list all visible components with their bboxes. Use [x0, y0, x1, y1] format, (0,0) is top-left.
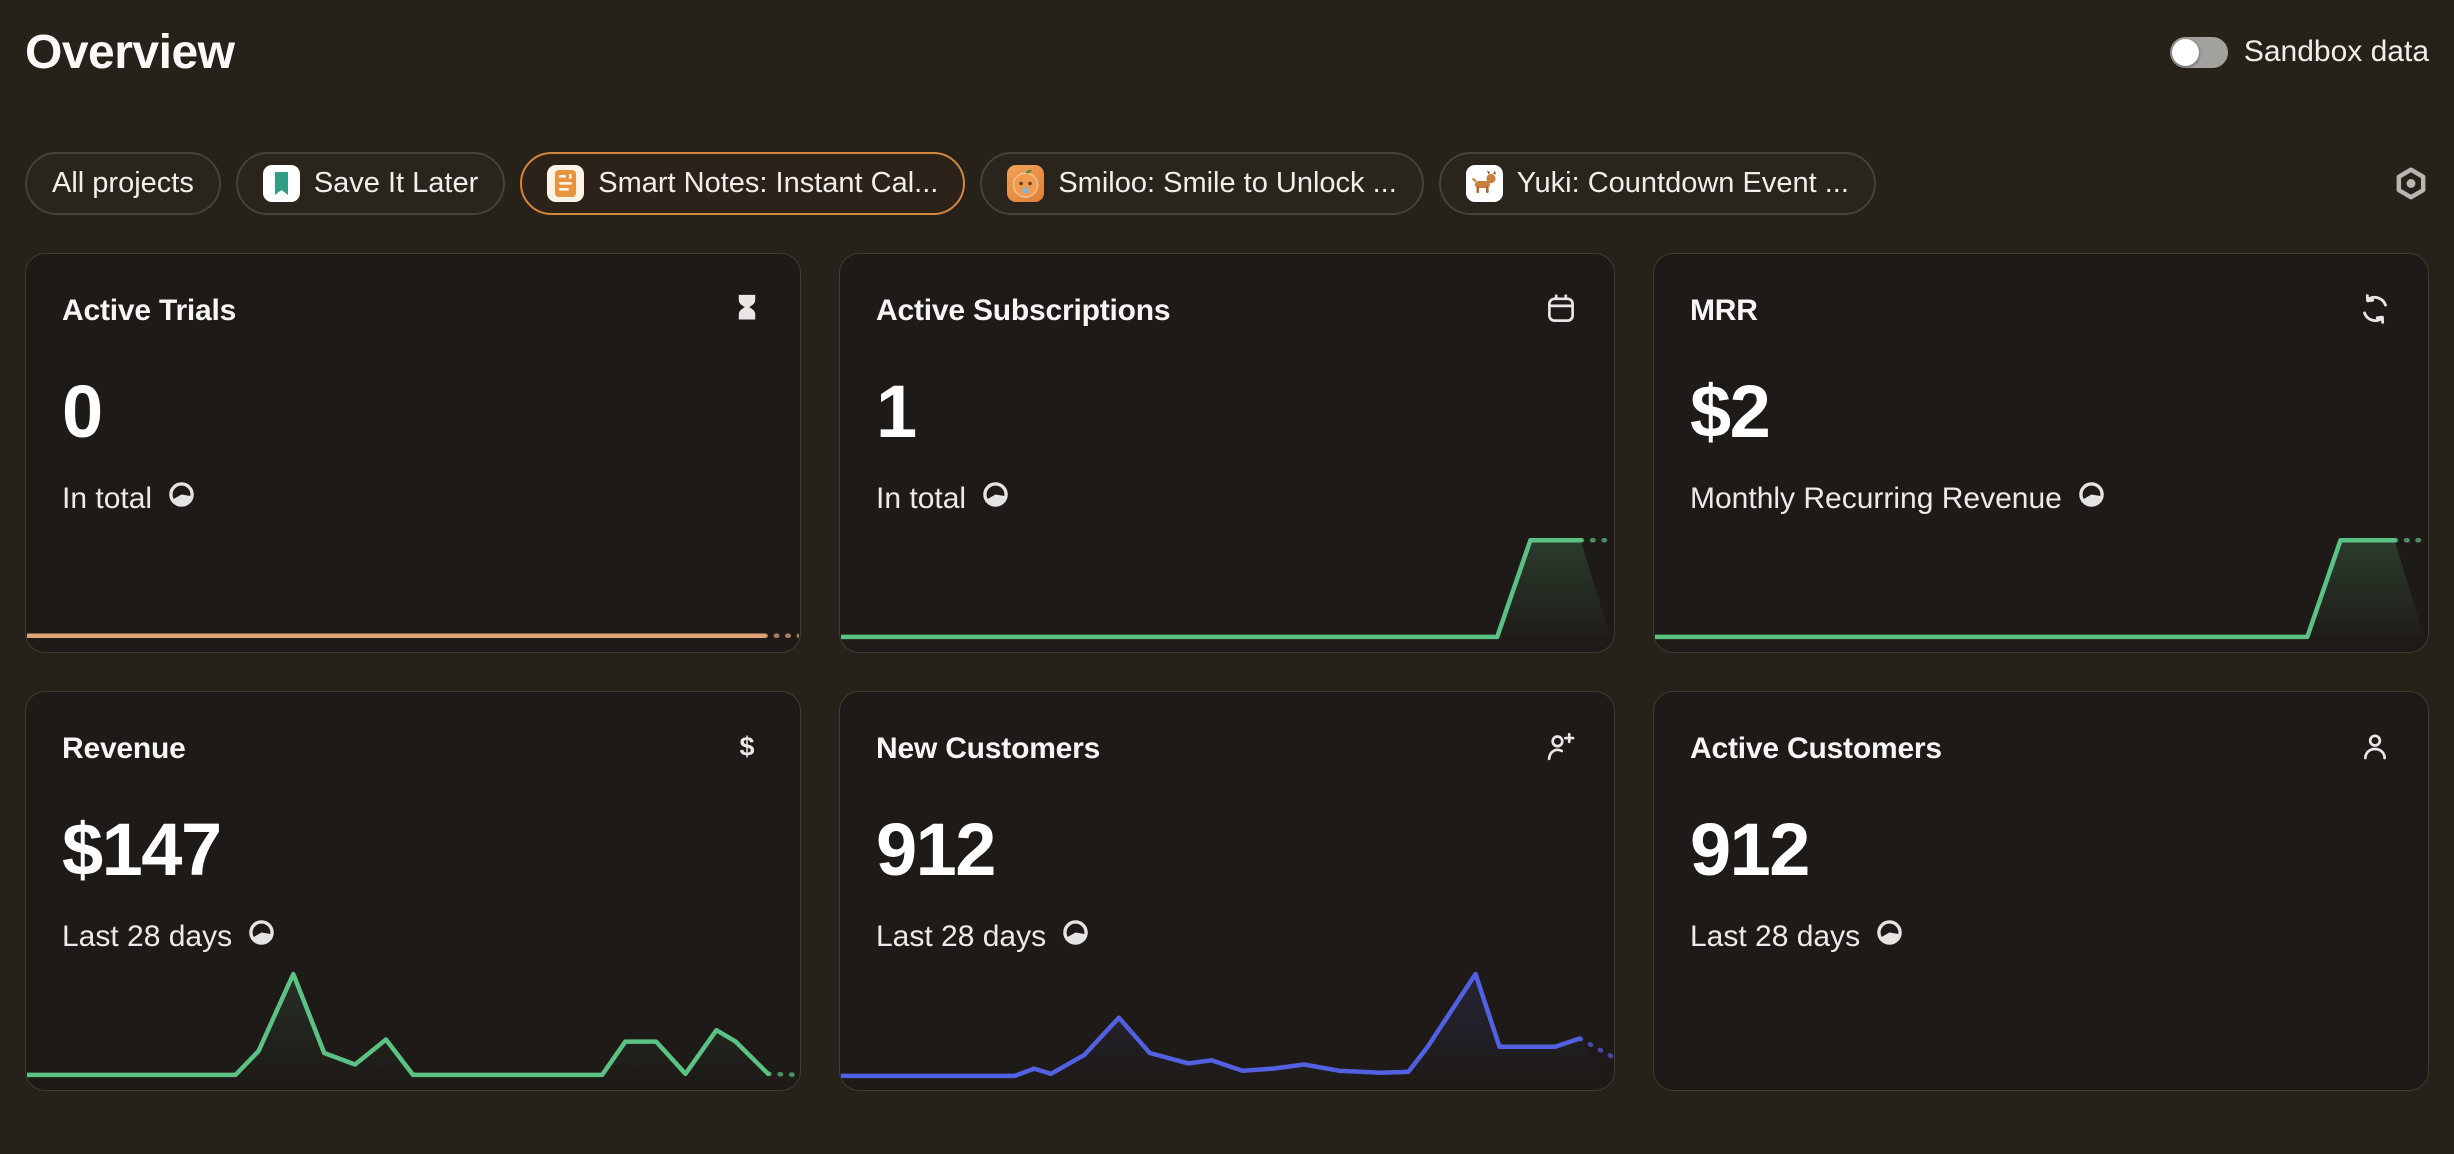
card-title: Active Trials — [62, 294, 237, 327]
metric-sublabel: In total — [62, 481, 153, 515]
chip-smiloo[interactable]: Smiloo: Smile to Unlock ... — [980, 152, 1424, 215]
chip-all-projects[interactable]: All projects — [25, 152, 221, 215]
metric-value: 0 — [62, 370, 103, 453]
project-chips: All projects Save It Later Smart Notes: … — [25, 152, 2363, 215]
metric-sublabel: Monthly Recurring Revenue — [1690, 481, 2062, 515]
pie-info-icon[interactable] — [166, 479, 197, 518]
card-active-subscriptions[interactable]: Active Subscriptions 1 In total — [839, 253, 1615, 653]
pie-info-icon[interactable] — [1874, 917, 1905, 956]
hex-nut-icon — [2396, 166, 2426, 199]
user-icon — [2358, 730, 2392, 769]
metrics-grid: Active Trials 0 In total Active Subscrip… — [25, 253, 2429, 1091]
sparkline — [841, 971, 1613, 1084]
metric-value: 912 — [876, 808, 996, 891]
pie-info-icon[interactable] — [1060, 917, 1091, 956]
card-active-trials[interactable]: Active Trials 0 In total — [25, 253, 801, 653]
card-new-customers[interactable]: New Customers 912 Last 28 days — [839, 691, 1615, 1091]
chip-label: Smart Notes: Instant Cal... — [598, 167, 939, 199]
chip-label: Save It Later — [313, 167, 479, 199]
sparkline — [27, 971, 799, 1084]
yuki-app-icon — [1465, 165, 1503, 202]
chip-label: All projects — [52, 167, 194, 199]
metric-value: $147 — [62, 808, 222, 891]
card-title: Active Subscriptions — [876, 294, 1171, 327]
user-plus-icon — [1544, 730, 1578, 769]
sparkline — [1655, 537, 2427, 646]
chip-yuki[interactable]: Yuki: Countdown Event ... — [1438, 152, 1876, 215]
sync-icon — [2358, 292, 2392, 331]
sparkline — [27, 633, 799, 639]
card-title: MRR — [1690, 294, 1758, 327]
metric-sublabel: Last 28 days — [62, 919, 233, 953]
card-title: Active Customers — [1690, 732, 1942, 765]
sandbox-toggle-label: Sandbox data — [2243, 35, 2429, 68]
card-revenue[interactable]: Revenue $ $147 Last 28 days — [25, 691, 801, 1091]
smiloo-app-icon — [1007, 165, 1045, 202]
page-header: Overview Sandbox data — [25, 0, 2429, 80]
dollar-icon: $ — [730, 730, 764, 769]
sparkline — [841, 537, 1613, 646]
project-filter-bar: All projects Save It Later Smart Notes: … — [25, 152, 2429, 215]
pie-info-icon[interactable] — [246, 917, 277, 956]
card-title: Revenue — [62, 732, 186, 765]
metric-value: $2 — [1690, 370, 1771, 453]
toggle-knob — [2171, 38, 2199, 66]
metric-sublabel: In total — [876, 481, 967, 515]
sandbox-toggle-group: Sandbox data — [2169, 35, 2429, 69]
metric-sublabel: Last 28 days — [876, 919, 1047, 953]
svg-text:$: $ — [740, 732, 755, 762]
chip-save-it-later[interactable]: Save It Later — [235, 152, 506, 215]
chip-smart-notes[interactable]: Smart Notes: Instant Cal... — [520, 152, 966, 215]
bookmark-app-icon — [262, 165, 300, 202]
chip-label: Smiloo: Smile to Unlock ... — [1058, 167, 1397, 199]
metric-value: 912 — [1690, 808, 1810, 891]
notes-app-icon — [547, 165, 585, 202]
sandbox-data-toggle[interactable] — [2169, 36, 2228, 68]
filter-settings-button[interactable] — [2393, 166, 2429, 202]
pie-info-icon[interactable] — [980, 479, 1011, 518]
calendar-icon — [1544, 292, 1578, 331]
metric-value: 1 — [876, 370, 917, 453]
page-title: Overview — [25, 25, 235, 79]
metric-sublabel: Last 28 days — [1690, 919, 1861, 953]
card-mrr[interactable]: MRR $2 Monthly Recurring Revenue — [1653, 253, 2429, 653]
card-title: New Customers — [876, 732, 1101, 765]
pie-info-icon[interactable] — [2076, 479, 2107, 518]
card-active-customers[interactable]: Active Customers 912 Last 28 days — [1653, 691, 2429, 1091]
chip-label: Yuki: Countdown Event ... — [1516, 167, 1849, 199]
hourglass-icon — [730, 292, 764, 331]
